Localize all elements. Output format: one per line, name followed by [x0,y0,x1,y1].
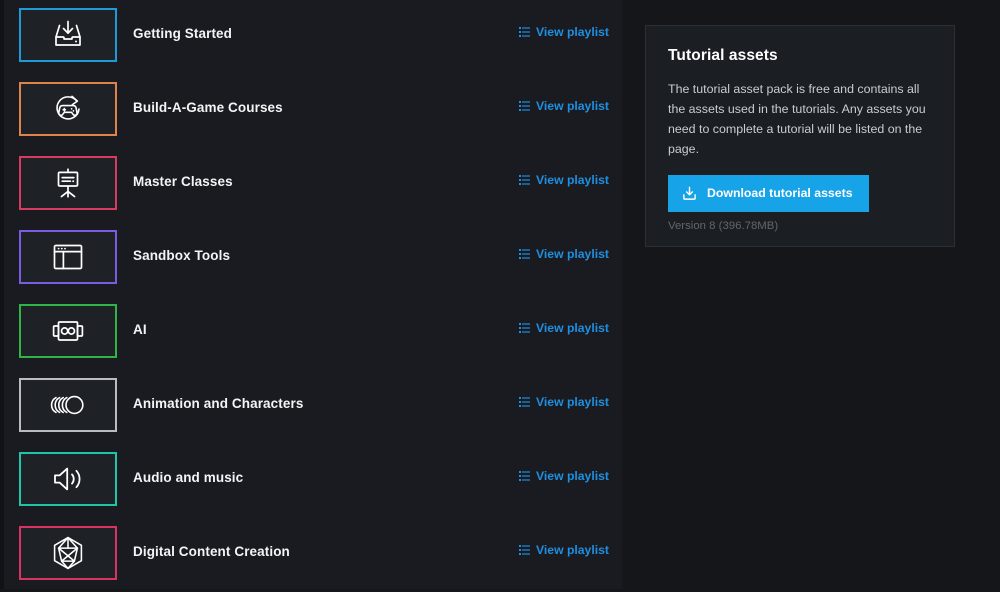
download-tutorial-assets-button[interactable]: Download tutorial assets [668,175,869,212]
category-tile-sandbox-tools[interactable] [19,230,117,284]
view-playlist-link[interactable]: View playlist [519,248,609,260]
view-playlist-label: View playlist [536,247,609,261]
card-description: The tutorial asset pack is free and cont… [668,82,926,156]
gamepad-refresh-icon [56,95,80,120]
category-label: Animation and Characters [133,396,304,411]
playlist-list-icon [519,397,530,408]
category-label: Build-A-Game Courses [133,100,283,115]
view-playlist-label: View playlist [536,543,609,557]
view-playlist-link[interactable]: View playlist [519,396,609,408]
card-title: Tutorial assets [668,47,778,64]
category-row: Audio and music View playlist [0,444,622,518]
category-label: Digital Content Creation [133,544,290,559]
view-playlist-link[interactable]: View playlist [519,470,609,482]
category-label: Master Classes [133,174,233,189]
category-tile-digital-content-creation[interactable] [19,526,117,580]
download-tray-icon [683,186,696,200]
category-tile-audio-and-music[interactable] [19,452,117,506]
category-tile-ai[interactable] [19,304,117,358]
view-playlist-link[interactable]: View playlist [519,100,609,112]
playlist-list-icon [519,249,530,260]
inbox-download-icon [55,20,81,46]
category-tile-animation-and-characters[interactable] [19,378,117,432]
category-label: Getting Started [133,26,233,41]
speaker-waves-icon [54,467,81,491]
playlist-list-icon [519,101,530,112]
category-row: Digital Content Creation View playlist [0,518,622,592]
tutorial-assets-card: Tutorial assets The tutorial asset pack … [645,25,955,247]
view-playlist-link[interactable]: View playlist [519,174,609,186]
category-list: Getting Started View playlist Build-A-Ga… [0,0,622,592]
page-root: Getting Started View playlist Build-A-Ga… [0,0,1000,589]
download-button-label: Download tutorial assets [707,186,853,201]
browser-window-icon [53,244,83,270]
category-row: Master Classes View playlist [0,148,622,222]
view-playlist-label: View playlist [536,469,609,483]
category-row: AI View playlist [0,296,622,370]
view-playlist-label: View playlist [536,173,609,187]
category-row: Animation and Characters View playlist [0,370,622,444]
playlist-list-icon [519,27,530,38]
polyhedron-icon [53,536,83,570]
view-playlist-label: View playlist [536,395,609,409]
view-playlist-link[interactable]: View playlist [519,322,609,334]
view-playlist-link[interactable]: View playlist [519,26,609,38]
onion-skin-circles-icon [50,395,84,415]
view-playlist-label: View playlist [536,99,609,113]
category-label: Sandbox Tools [133,248,231,263]
view-playlist-label: View playlist [536,321,609,335]
category-label: AI [133,322,147,337]
playlist-list-icon [519,471,530,482]
category-row: Sandbox Tools View playlist [0,222,622,296]
view-playlist-label: View playlist [536,25,609,39]
asset-version-note: Version 8 (396.78MB) [668,220,779,232]
playlist-list-icon [519,323,530,334]
category-tile-master-classes[interactable] [19,156,117,210]
playlist-list-icon [519,545,530,556]
category-tile-build-a-game-courses[interactable] [19,82,117,136]
presentation-board-icon [57,168,79,198]
robot-head-icon [52,321,84,341]
category-label: Audio and music [133,470,244,485]
category-row: Getting Started View playlist [0,0,622,74]
view-playlist-link[interactable]: View playlist [519,544,609,556]
category-row: Build-A-Game Courses View playlist [0,74,622,148]
playlist-list-icon [519,175,530,186]
category-tile-getting-started[interactable] [19,8,117,62]
